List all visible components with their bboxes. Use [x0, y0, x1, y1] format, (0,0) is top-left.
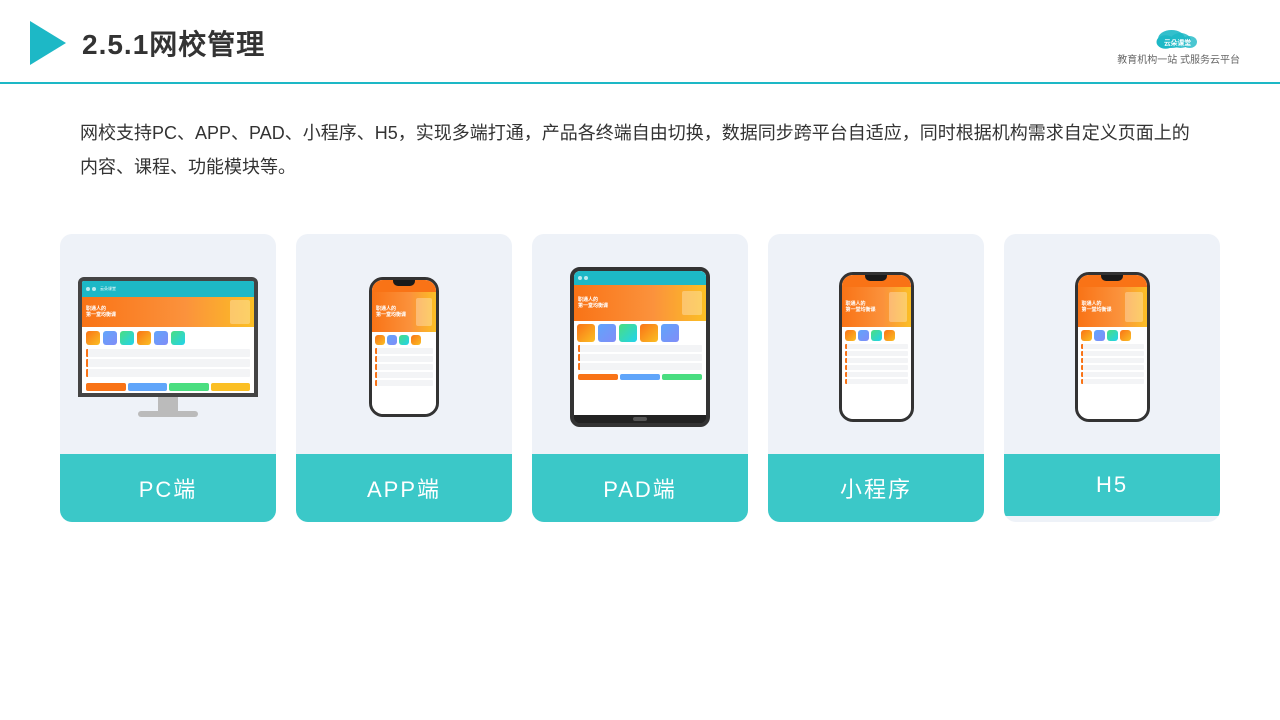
pad-card: 职通人的第一堂均衡课	[532, 234, 748, 522]
logo-tagline: 教育机构一站 式服务云平台	[1117, 54, 1240, 68]
app-label: APP端	[296, 454, 512, 522]
logo-area: 云朵课堂 教育机构一站 式服务云平台	[1117, 18, 1240, 68]
pc-card: 云朵课堂 职通人的第一堂均衡课	[60, 234, 276, 522]
description-text: 网校支持PC、APP、PAD、小程序、H5，实现多端打通，产品各终端自由切换，数…	[0, 84, 1280, 194]
tablet-mockup: 职通人的第一堂均衡课	[570, 267, 710, 427]
miniprogram-label: 小程序	[768, 454, 984, 522]
play-icon	[30, 21, 66, 65]
page-title: 2.5.1网校管理	[82, 23, 265, 63]
logo-icon: 云朵课堂	[1149, 18, 1209, 54]
pc-label: PC端	[60, 454, 276, 522]
description-paragraph: 网校支持PC、APP、PAD、小程序、H5，实现多端打通，产品各终端自由切换，数…	[80, 116, 1200, 184]
pad-label: PAD端	[532, 454, 748, 522]
miniprogram-card: 职通人的第一堂均衡课	[768, 234, 984, 522]
page-header: 2.5.1网校管理 云朵课堂 教育机构一站 式服务云平台	[0, 0, 1280, 84]
app-card: 职通人的第一堂均衡课	[296, 234, 512, 522]
device-cards-container: 云朵课堂 职通人的第一堂均衡课	[0, 204, 1280, 562]
miniprogram-phone-mockup: 职通人的第一堂均衡课	[839, 272, 914, 422]
h5-card: 职通人的第一堂均衡课	[1004, 234, 1220, 522]
pc-preview: 云朵课堂 职通人的第一堂均衡课	[60, 234, 276, 454]
miniprogram-preview: 职通人的第一堂均衡课	[768, 234, 984, 454]
h5-label: H5	[1004, 454, 1220, 516]
h5-phone-mockup: 职通人的第一堂均衡课	[1075, 272, 1150, 422]
svg-text:云朵课堂: 云朵课堂	[1164, 38, 1191, 47]
pad-preview: 职通人的第一堂均衡课	[532, 234, 748, 454]
monitor-mockup: 云朵课堂 职通人的第一堂均衡课	[78, 277, 258, 417]
app-preview: 职通人的第一堂均衡课	[296, 234, 512, 454]
phone-mockup: 职通人的第一堂均衡课	[369, 277, 439, 417]
h5-preview: 职通人的第一堂均衡课	[1004, 234, 1220, 454]
header-left: 2.5.1网校管理	[30, 21, 265, 65]
